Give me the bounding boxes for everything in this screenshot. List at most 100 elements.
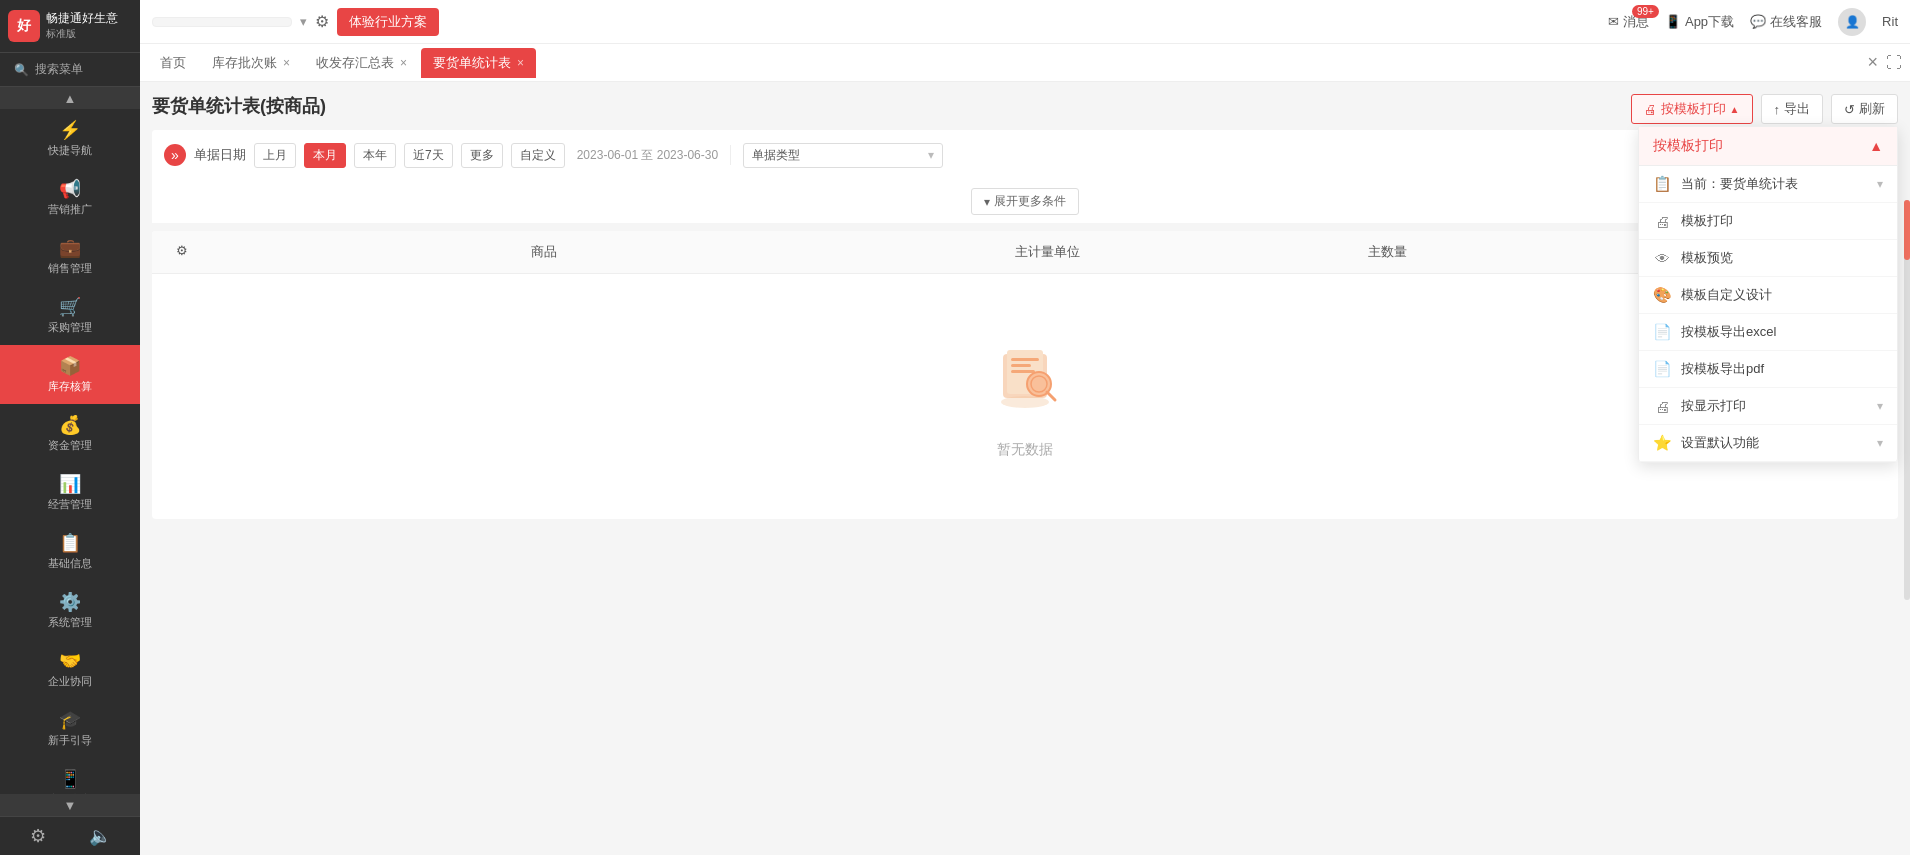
date-btn-this-month[interactable]: 本月 — [304, 143, 346, 168]
refresh-icon: ↺ — [1844, 102, 1855, 117]
sales-icon: 💼 — [59, 237, 81, 259]
set-default-left: ⭐ 设置默认功能 — [1653, 434, 1759, 452]
topbar-search-box[interactable] — [152, 17, 292, 27]
topbar-app-download[interactable]: 📱 App下载 — [1665, 13, 1734, 31]
export-icon: ↑ — [1774, 102, 1781, 117]
topbar: ▾ ⚙ 体验行业方案 ✉ 消息 99+ 📱 App下载 💬 在线客服 👤 Rit — [140, 0, 1910, 44]
dropdown-current[interactable]: 📋 当前：要货单统计表 ▾ — [1639, 166, 1897, 203]
template-preview-icon: 👁 — [1653, 250, 1671, 267]
right-scrollbar[interactable] — [1904, 200, 1910, 600]
print-template-btn[interactable]: 🖨 按模板打印 ▲ — [1631, 94, 1753, 124]
current-arrow-icon: ▾ — [1877, 177, 1883, 191]
sidebar-item-inventory[interactable]: 📦 库存核算 — [0, 345, 140, 404]
sidebar-nav: ⚡ 快捷导航 📢 营销推广 💼 销售管理 🛒 采购管理 📦 库存核算 💰 资金管… — [0, 109, 140, 794]
system-icon: ⚙️ — [59, 591, 81, 613]
topbar-dropdown-arrow[interactable]: ▾ — [300, 14, 307, 29]
sidebar-item-system[interactable]: ⚙️ 系统管理 — [0, 581, 140, 640]
sidebar-item-app-center[interactable]: 📱 应用中心 — [0, 758, 140, 794]
service-icon: 💬 — [1750, 14, 1766, 29]
type-selector[interactable]: 单据类型 ▾ — [743, 143, 943, 168]
dropdown-template-excel[interactable]: 📄 按模板导出excel — [1639, 314, 1897, 351]
refresh-btn[interactable]: ↺ 刷新 — [1831, 94, 1898, 124]
dropdown-set-default[interactable]: ⭐ 设置默认功能 ▾ — [1639, 425, 1897, 462]
settings-bottom-icon[interactable]: ⚙ — [30, 825, 46, 847]
topbar-gear-icon[interactable]: ⚙ — [315, 12, 329, 31]
sidebar-item-finance[interactable]: 💰 资金管理 — [0, 404, 140, 463]
col-quantity: 主数量 — [1217, 239, 1557, 265]
dropdown-template-preview[interactable]: 👁 模板预览 — [1639, 240, 1897, 277]
app-center-icon: 📱 — [59, 768, 81, 790]
display-print-left: 🖨 按显示打印 — [1653, 397, 1746, 415]
tabbar-fullscreen-btn[interactable]: ⛶ — [1886, 54, 1902, 72]
col-unit: 主计量单位 — [877, 239, 1217, 265]
sidebar-item-purchase[interactable]: 🛒 采购管理 — [0, 286, 140, 345]
sidebar-item-quick-nav[interactable]: ⚡ 快捷导航 — [0, 109, 140, 168]
expand-more-btn[interactable]: ▾ 展开更多条件 — [971, 188, 1079, 215]
sidebar-scroll-up[interactable]: ▲ — [0, 87, 140, 109]
template-excel-icon: 📄 — [1653, 323, 1671, 341]
filter-section: » 单据日期 上月 本月 本年 近7天 更多 自定义 2023-06-01 至 … — [152, 130, 1898, 223]
topbar-msg[interactable]: ✉ 消息 99+ — [1608, 13, 1649, 31]
dropdown-template-pdf[interactable]: 📄 按模板导出pdf — [1639, 351, 1897, 388]
sidebar-item-operation[interactable]: 📊 经营管理 — [0, 463, 140, 522]
sidebar-scroll-down[interactable]: ▼ — [0, 794, 140, 816]
sidebar-item-newbie[interactable]: 🎓 新手引导 — [0, 699, 140, 758]
expand-more-row: ▾ 展开更多条件 — [152, 188, 1898, 223]
action-bar: 🖨 按模板打印 ▲ ↑ 导出 ↺ 刷新 — [1631, 94, 1898, 124]
basic-icon: 📋 — [59, 532, 81, 554]
date-btn-last-month[interactable]: 上月 — [254, 143, 296, 168]
sidebar-logo: 好 畅捷通好生意 标准版 — [0, 0, 140, 53]
scrollbar-thumb — [1904, 200, 1910, 260]
operation-icon: 📊 — [59, 473, 81, 495]
export-btn[interactable]: ↑ 导出 — [1761, 94, 1824, 124]
filter-bar: » 单据日期 上月 本月 本年 近7天 更多 自定义 2023-06-01 至 … — [152, 130, 1898, 180]
type-dropdown-arrow: ▾ — [928, 148, 934, 162]
sidebar: 好 畅捷通好生意 标准版 🔍 搜索菜单 ▲ ⚡ 快捷导航 📢 营销推广 💼 销售… — [0, 0, 140, 855]
msg-icon: ✉ — [1608, 14, 1619, 29]
volume-icon[interactable]: 🔈 — [89, 825, 111, 847]
empty-text: 暂无数据 — [997, 441, 1053, 459]
inventory-icon: 📦 — [59, 355, 81, 377]
user-avatar[interactable]: 👤 — [1838, 8, 1866, 36]
display-print-icon: 🖨 — [1653, 398, 1671, 415]
print-dropdown-chevron[interactable]: ▲ — [1869, 138, 1883, 154]
sidebar-item-sales[interactable]: 💼 销售管理 — [0, 227, 140, 286]
sidebar-item-basic[interactable]: 📋 基础信息 — [0, 522, 140, 581]
date-btn-7days[interactable]: 近7天 — [404, 143, 453, 168]
tab-receipt-summary[interactable]: 收发存汇总表 × — [304, 48, 419, 78]
dropdown-template-design[interactable]: 🎨 模板自定义设计 — [1639, 277, 1897, 314]
filter-expand-btn[interactable]: » — [164, 144, 186, 166]
template-design-icon: 🎨 — [1653, 286, 1671, 304]
table-header: ⚙ 商品 主计量单位 主数量 零售金额 — [152, 231, 1898, 274]
dropdown-template-print[interactable]: 🖨 模板打印 — [1639, 203, 1897, 240]
date-btn-custom[interactable]: 自定义 — [511, 143, 565, 168]
tab-close-receipt-summary[interactable]: × — [400, 56, 407, 70]
topbar-online-service[interactable]: 💬 在线客服 — [1750, 13, 1822, 31]
svg-rect-3 — [1011, 358, 1039, 361]
dropdown-display-print[interactable]: 🖨 按显示打印 ▾ — [1639, 388, 1897, 425]
date-btn-more[interactable]: 更多 — [461, 143, 503, 168]
tabbar-close-btn[interactable]: × — [1867, 52, 1878, 73]
printer-icon: 🖨 — [1644, 102, 1657, 117]
col-settings[interactable]: ⚙ — [152, 239, 212, 265]
tab-close-inventory-batch[interactable]: × — [283, 56, 290, 70]
sidebar-search[interactable]: 🔍 搜索菜单 — [0, 53, 140, 87]
date-btn-this-year[interactable]: 本年 — [354, 143, 396, 168]
set-default-arrow: ▾ — [1877, 436, 1883, 450]
sidebar-item-enterprise[interactable]: 🤝 企业协同 — [0, 640, 140, 699]
quick-nav-icon: ⚡ — [59, 119, 81, 141]
content-area: 要货单统计表(按商品) 🖨 按模板打印 ▲ ↑ 导出 ↺ 刷新 » 单据日期 上… — [140, 82, 1910, 855]
print-dropdown-header: 按模板打印 ▲ — [1639, 127, 1897, 166]
filter-separator — [730, 145, 731, 165]
template-pdf-icon: 📄 — [1653, 360, 1671, 378]
tab-order-stats[interactable]: 要货单统计表 × — [421, 48, 536, 78]
industry-btn[interactable]: 体验行业方案 — [337, 8, 439, 36]
tab-home[interactable]: 首页 — [148, 48, 198, 78]
print-dropdown-arrow: ▲ — [1730, 104, 1740, 115]
svg-rect-4 — [1011, 364, 1031, 367]
current-icon: 📋 — [1653, 175, 1671, 193]
username-label[interactable]: Rit — [1882, 14, 1898, 29]
sidebar-item-marketing[interactable]: 📢 营销推广 — [0, 168, 140, 227]
tab-inventory-batch[interactable]: 库存批次账 × — [200, 48, 302, 78]
tab-close-order-stats[interactable]: × — [517, 56, 524, 70]
